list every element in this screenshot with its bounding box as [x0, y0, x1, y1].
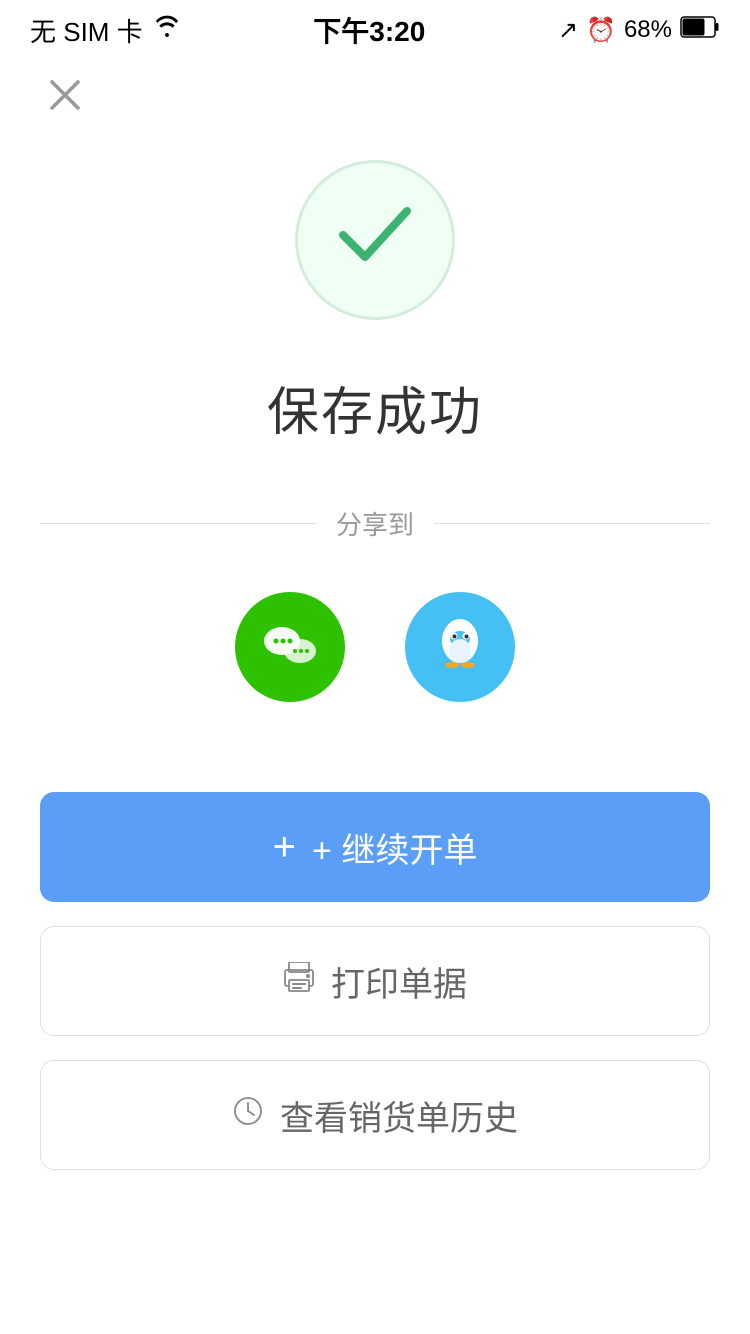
history-label: 查看销货单历史 [280, 1091, 518, 1140]
alarm-icon: ⏰ [586, 16, 616, 45]
continue-button[interactable]: + + 继续开单 [40, 792, 710, 902]
success-title: 保存成功 [267, 370, 483, 445]
qq-share-button[interactable] [405, 592, 515, 702]
print-icon [283, 962, 315, 1000]
wifi-icon [153, 15, 181, 46]
divider-line-right [434, 523, 710, 524]
history-button[interactable]: 查看销货单历史 [40, 1060, 710, 1170]
plus-icon: + [273, 827, 296, 867]
share-label: 分享到 [336, 505, 414, 542]
main-content: 保存成功 分享到 [0, 60, 750, 1170]
share-section: 分享到 [0, 505, 750, 752]
carrier-text: 无 SIM 卡 [30, 12, 143, 49]
status-bar: 无 SIM 卡 下午3:20 ↗ ⏰ 68% [0, 0, 750, 60]
checkmark-icon [335, 199, 415, 282]
location-icon: ↗ [558, 16, 578, 45]
time-display: 下午3:20 [313, 10, 425, 50]
divider-line-left [40, 523, 316, 524]
success-circle [295, 160, 455, 320]
share-icons [40, 592, 710, 702]
battery-icon [680, 16, 720, 45]
action-buttons: + + 继续开单 打印单据 [0, 792, 750, 1170]
battery-text: 68% [624, 16, 672, 44]
status-left: 无 SIM 卡 [30, 12, 181, 49]
history-icon [232, 1095, 264, 1135]
status-right: ↗ ⏰ 68% [558, 16, 720, 45]
print-label: 打印单据 [331, 957, 467, 1006]
continue-label: + 继续开单 [312, 823, 477, 872]
wechat-share-button[interactable] [235, 592, 345, 702]
print-button[interactable]: 打印单据 [40, 926, 710, 1036]
close-button[interactable] [40, 70, 90, 120]
share-divider: 分享到 [40, 505, 710, 542]
